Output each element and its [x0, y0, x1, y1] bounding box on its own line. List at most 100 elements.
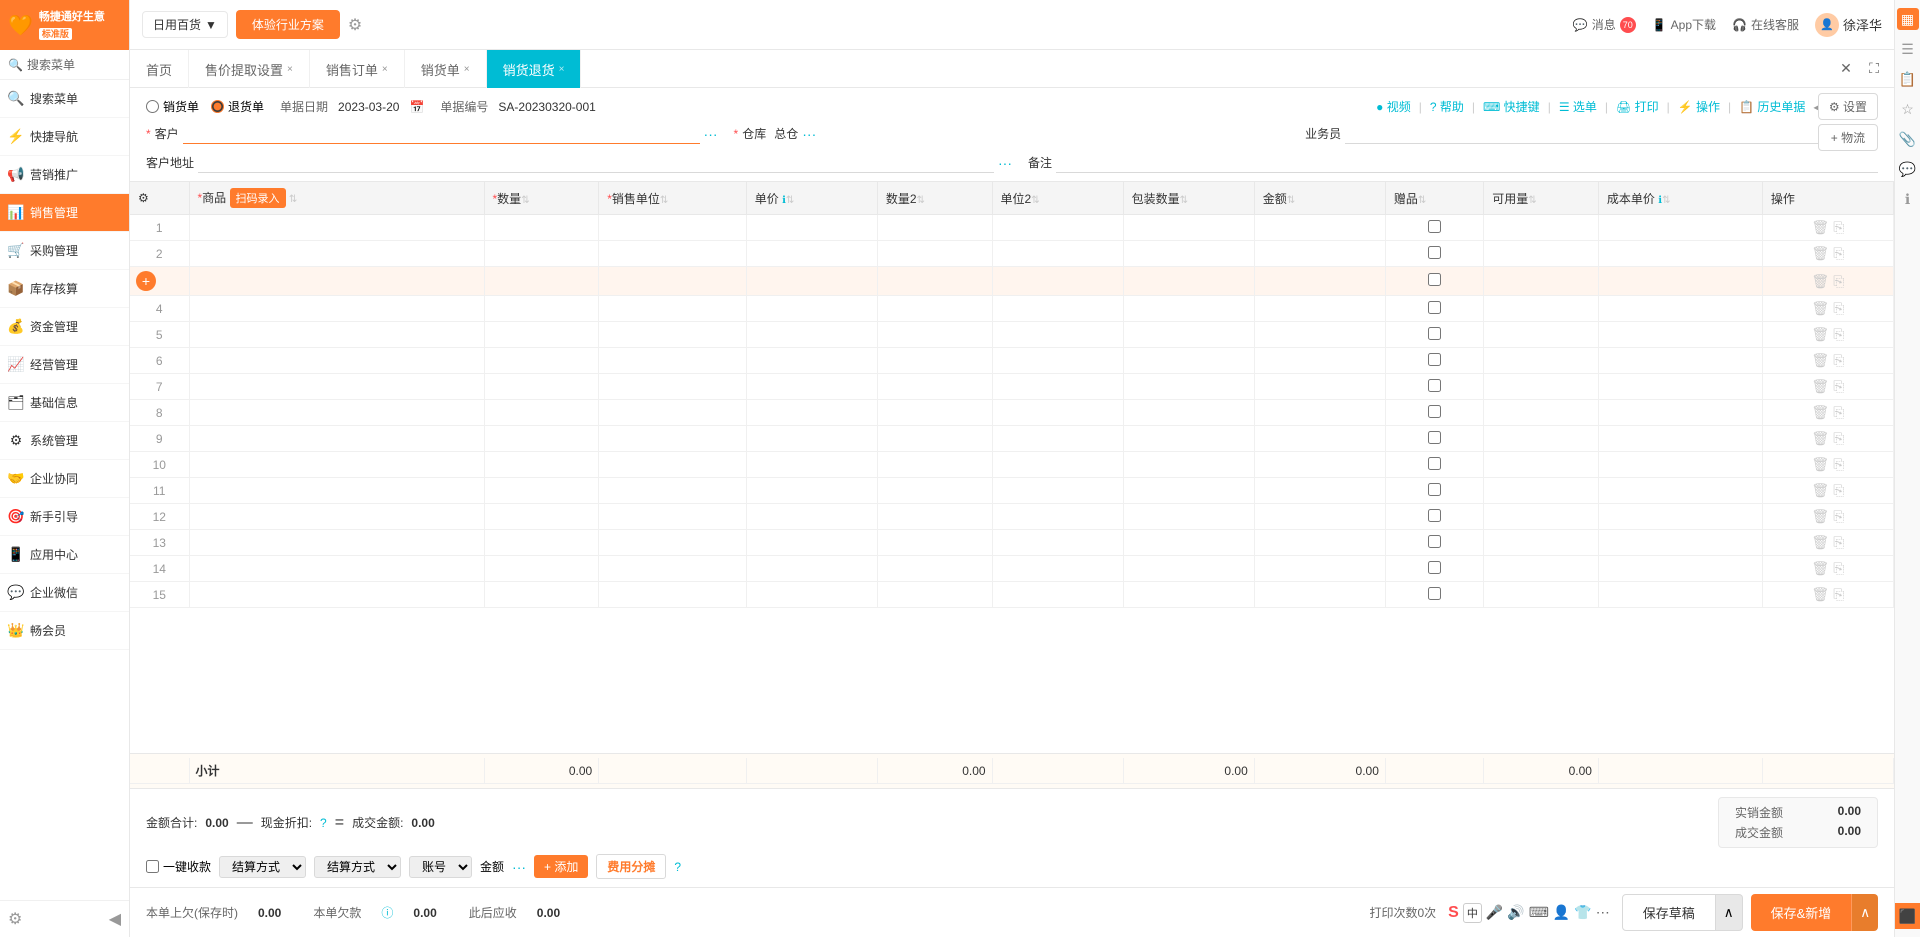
row-packqty-9[interactable]	[1123, 426, 1254, 452]
history-link[interactable]: 📋 历史单据	[1739, 98, 1805, 115]
row-unit-3[interactable]	[599, 267, 747, 296]
row-qty2-10[interactable]	[877, 452, 992, 478]
experience-btn[interactable]: 体验行业方案	[236, 10, 340, 39]
gift-checkbox-15[interactable]	[1428, 587, 1441, 600]
row-packqty-5[interactable]	[1123, 322, 1254, 348]
row-unit-9[interactable]	[599, 426, 747, 452]
cost-sort-icon[interactable]: ⇅	[1662, 195, 1670, 206]
row-unit-6[interactable]	[599, 348, 747, 374]
row-product-11[interactable]	[189, 478, 484, 504]
right-panel-orange-icon[interactable]: ⬛	[1895, 903, 1920, 929]
payment-method-select[interactable]: 结算方式	[219, 856, 306, 878]
row-product-12[interactable]	[189, 504, 484, 530]
row-unit2-9[interactable]	[992, 426, 1123, 452]
warehouse-select-icon[interactable]: ···	[802, 126, 816, 142]
row-avail-12[interactable]	[1484, 504, 1599, 530]
row-gift-7[interactable]	[1385, 374, 1483, 400]
row-gift-4[interactable]	[1385, 296, 1483, 322]
row-packqty-15[interactable]	[1123, 582, 1254, 608]
fees-btn[interactable]: 费用分摊	[596, 854, 666, 879]
row-cost-6[interactable]	[1598, 348, 1762, 374]
row-packqty-1[interactable]	[1123, 215, 1254, 241]
row-price-1[interactable]	[746, 215, 877, 241]
row-unit2-14[interactable]	[992, 556, 1123, 582]
row-gift-15[interactable]	[1385, 582, 1483, 608]
row-unit2-2[interactable]	[992, 241, 1123, 267]
tab-close-sales-return[interactable]: ×	[559, 64, 565, 75]
row-price-12[interactable]	[746, 504, 877, 530]
row-product-8[interactable]	[189, 400, 484, 426]
row-unit2-8[interactable]	[992, 400, 1123, 426]
row-qty2-11[interactable]	[877, 478, 992, 504]
gift-sort-icon[interactable]: ⇅	[1418, 195, 1426, 206]
keyboard-icon[interactable]: ⌨	[1529, 904, 1549, 921]
delete-row-btn-5[interactable]: 🗑	[1811, 326, 1829, 343]
tab-close-sales-order[interactable]: ×	[382, 64, 388, 75]
select-link[interactable]: ☰ 选单	[1559, 98, 1597, 115]
sidebar-item-sales[interactable]: 📊销售管理	[0, 194, 129, 232]
row-avail-1[interactable]	[1484, 215, 1599, 241]
gift-checkbox-3[interactable]	[1428, 273, 1441, 286]
row-amount-14[interactable]	[1254, 556, 1385, 582]
row-avail-4[interactable]	[1484, 296, 1599, 322]
app-download-btn[interactable]: 📱 App下载	[1652, 16, 1716, 33]
row-unit2-6[interactable]	[992, 348, 1123, 374]
row-avail-3[interactable]	[1484, 267, 1599, 296]
sidebar-item-marketing[interactable]: 📢营销推广	[0, 156, 129, 194]
sidebar-item-search[interactable]: 🔍搜索菜单	[0, 80, 129, 118]
microphone-icon[interactable]: 🎤	[1486, 904, 1503, 921]
row-cost-9[interactable]	[1598, 426, 1762, 452]
th-settings[interactable]: ⚙	[130, 182, 189, 215]
amount-sort-icon[interactable]: ⇅	[1287, 195, 1295, 206]
message-center[interactable]: 💬 消息 70	[1573, 16, 1636, 33]
row-cost-8[interactable]	[1598, 400, 1762, 426]
row-gift-13[interactable]	[1385, 530, 1483, 556]
radio-return-input[interactable]	[211, 100, 224, 113]
row-packqty-4[interactable]	[1123, 296, 1254, 322]
row-product-3[interactable]	[189, 267, 484, 296]
copy-row-btn-12[interactable]: ⎘	[1833, 508, 1844, 525]
address-select-icon[interactable]: ···	[998, 155, 1012, 171]
radio-delivery[interactable]: 销货单	[146, 98, 199, 115]
row-avail-8[interactable]	[1484, 400, 1599, 426]
delete-row-btn-4[interactable]: 🗑	[1811, 300, 1829, 317]
row-cost-12[interactable]	[1598, 504, 1762, 530]
delete-row-btn-2[interactable]: 🗑	[1811, 245, 1829, 262]
avail-sort-icon[interactable]: ⇅	[1528, 195, 1536, 206]
copy-row-btn-5[interactable]: ⎘	[1833, 326, 1844, 343]
row-unit-14[interactable]	[599, 556, 747, 582]
row-amount-13[interactable]	[1254, 530, 1385, 556]
row-unit2-13[interactable]	[992, 530, 1123, 556]
radio-return[interactable]: 退货单	[211, 98, 264, 115]
row-qty2-15[interactable]	[877, 582, 992, 608]
row-packqty-14[interactable]	[1123, 556, 1254, 582]
row-qty2-3[interactable]	[877, 267, 992, 296]
row-cost-13[interactable]	[1598, 530, 1762, 556]
sidebar-item-finance[interactable]: 💰资金管理	[0, 308, 129, 346]
row-product-6[interactable]	[189, 348, 484, 374]
row-unit2-1[interactable]	[992, 215, 1123, 241]
help-link[interactable]: ? 帮助	[1430, 98, 1464, 115]
unit2-sort-icon[interactable]: ⇅	[1031, 195, 1039, 206]
sidebar-item-system[interactable]: ⚙系统管理	[0, 422, 129, 460]
sidebar-item-shortcut[interactable]: ⚡快捷导航	[0, 118, 129, 156]
row-price-14[interactable]	[746, 556, 877, 582]
row-qty2-2[interactable]	[877, 241, 992, 267]
right-panel-table1-icon[interactable]: ▦	[1897, 8, 1919, 30]
person-icon[interactable]: 👤	[1553, 904, 1570, 921]
qty-sort-icon[interactable]: ⇅	[521, 195, 529, 206]
row-price-5[interactable]	[746, 322, 877, 348]
row-amount-11[interactable]	[1254, 478, 1385, 504]
product-sort-icon[interactable]: ⇅	[289, 194, 297, 205]
row-qty-6[interactable]	[484, 348, 599, 374]
row-qty-2[interactable]	[484, 241, 599, 267]
row-gift-6[interactable]	[1385, 348, 1483, 374]
row-amount-15[interactable]	[1254, 582, 1385, 608]
row-avail-9[interactable]	[1484, 426, 1599, 452]
row-amount-2[interactable]	[1254, 241, 1385, 267]
row-qty2-12[interactable]	[877, 504, 992, 530]
row-gift-1[interactable]	[1385, 215, 1483, 241]
gift-checkbox-10[interactable]	[1428, 457, 1441, 470]
scan-btn[interactable]: 扫码录入	[230, 188, 286, 208]
row-product-14[interactable]	[189, 556, 484, 582]
